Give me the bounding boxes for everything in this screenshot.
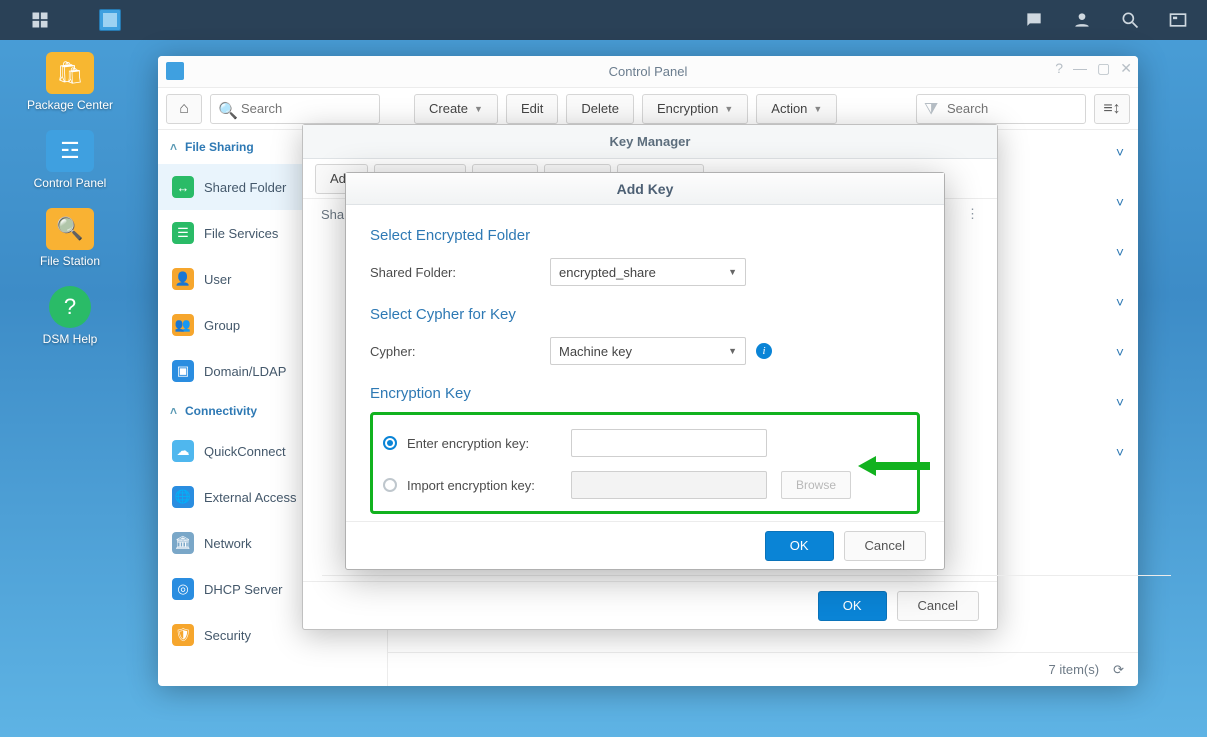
chevron-down-icon[interactable]: ˅ — [1116, 144, 1124, 160]
settings-button[interactable]: ≡↕ — [1094, 94, 1130, 124]
section-encryption-key: Encryption Key — [370, 385, 920, 402]
shared-folder-label: Shared Folder: — [370, 265, 550, 280]
delete-button[interactable]: Delete — [566, 94, 634, 124]
search-icon[interactable] — [1107, 0, 1153, 40]
titlebar: Control Panel ? — ▢ ✕ — [158, 56, 1138, 88]
statusbar: 7 item(s) ⟳ — [388, 652, 1138, 686]
taskbar — [0, 0, 1207, 40]
ldap-icon: ▣ — [172, 360, 194, 382]
create-button[interactable]: Create▼ — [414, 94, 498, 124]
main-menu-button[interactable] — [6, 0, 74, 40]
expand-chevrons: ˅ ˅ ˅ ˅ ˅ ˅ ˅ — [1116, 144, 1124, 460]
shield-icon: 🛡 — [172, 624, 194, 646]
dialog-title: Key Manager — [303, 125, 997, 159]
cypher-label: Cypher: — [370, 344, 550, 359]
file-services-icon: ☰ — [172, 222, 194, 244]
highlight-box: Enter encryption key: Import encryption … — [370, 412, 920, 514]
radio-enter-key[interactable] — [383, 436, 397, 450]
desktop-package-center[interactable]: 🛍 Package Center — [15, 52, 125, 112]
enter-key-label: Enter encryption key: — [407, 436, 561, 451]
radio-import-key[interactable] — [383, 478, 397, 492]
label: File Station — [40, 254, 100, 268]
chevron-down-icon: ▼ — [724, 104, 733, 114]
filter-wrap: ⧩ — [916, 94, 1086, 124]
dialog-title: Add Key — [346, 173, 944, 205]
window-title: Control Panel — [609, 64, 688, 79]
filter-input[interactable] — [916, 94, 1086, 124]
window-app-icon — [166, 62, 184, 80]
funnel-icon: ⧩ — [924, 101, 938, 119]
label: DSM Help — [43, 332, 98, 346]
item-count: 7 item(s) — [1049, 662, 1100, 677]
desktop-icons: 🛍 Package Center ☲ Control Panel 🔍 File Sta… — [0, 52, 140, 346]
km-ok-button[interactable]: OK — [818, 591, 887, 621]
chevron-down-icon[interactable]: ˅ — [1116, 344, 1124, 360]
chevron-down-icon: ▼ — [728, 267, 737, 277]
home-button[interactable]: ⌂ — [166, 94, 202, 124]
chevron-down-icon[interactable]: ˅ — [1116, 394, 1124, 410]
folder-share-icon: ↔ — [172, 176, 194, 198]
chevron-down-icon[interactable]: ˅ — [1116, 294, 1124, 310]
section-select-cypher: Select Cypher for Key — [370, 306, 920, 323]
chevron-down-icon[interactable]: ˅ — [1116, 244, 1124, 260]
edit-button[interactable]: Edit — [506, 94, 558, 124]
user-icon: 👤 — [172, 268, 194, 290]
chevron-down-icon: ▼ — [813, 104, 822, 114]
chevron-down-icon[interactable]: ˅ — [1116, 194, 1124, 210]
add-key-dialog: Add Key Select Encrypted Folder Shared F… — [345, 172, 945, 570]
chevron-up-icon: ˄ — [170, 140, 177, 154]
import-key-label: Import encryption key: — [407, 478, 561, 493]
close-button[interactable]: ✕ — [1120, 60, 1132, 77]
shared-folder-select[interactable]: encrypted_share▼ — [550, 258, 746, 286]
chevron-down-icon[interactable]: ˅ — [1116, 444, 1124, 460]
search-icon: 🔍 — [218, 101, 238, 121]
import-key-input — [571, 471, 767, 499]
controls-icon: ☲ — [46, 130, 94, 172]
chat-icon[interactable] — [1011, 0, 1057, 40]
reload-button[interactable]: ⟳ — [1113, 662, 1124, 678]
chevron-up-icon: ˄ — [170, 404, 177, 418]
chevron-down-icon: ▼ — [728, 346, 737, 356]
action-button[interactable]: Action▼ — [756, 94, 837, 124]
task-app-control-panel[interactable] — [76, 0, 144, 40]
search-wrap: 🔍 — [210, 94, 380, 124]
enter-key-input[interactable] — [571, 429, 767, 457]
app-icon — [99, 9, 121, 31]
annotation-arrow — [858, 452, 930, 480]
column-menu-icon[interactable]: ⋮ — [966, 206, 979, 222]
chevron-down-icon: ▼ — [474, 104, 483, 114]
maximize-button[interactable]: ▢ — [1097, 60, 1110, 77]
minimize-button[interactable]: — — [1073, 60, 1087, 77]
group-icon: 👥 — [172, 314, 194, 336]
info-icon[interactable]: i — [756, 343, 772, 359]
cloud-icon: ☁ — [172, 440, 194, 462]
ok-button[interactable]: OK — [765, 531, 834, 561]
globe-icon: 🌐 — [172, 486, 194, 508]
divider-line — [322, 575, 1171, 576]
network-icon: 🏛 — [172, 532, 194, 554]
help-button[interactable]: ? — [1055, 60, 1063, 77]
folder-icon: 🔍 — [46, 208, 94, 250]
cypher-select[interactable]: Machine key▼ — [550, 337, 746, 365]
desktop-dsm-help[interactable]: ? DSM Help — [15, 286, 125, 346]
browse-button: Browse — [781, 471, 851, 499]
help-icon: ? — [49, 286, 91, 328]
label: Control Panel — [34, 176, 107, 190]
km-cancel-button[interactable]: Cancel — [897, 591, 979, 621]
package-icon: 🛍 — [46, 52, 94, 94]
user-icon[interactable] — [1059, 0, 1105, 40]
widgets-icon[interactable] — [1155, 0, 1201, 40]
label: Package Center — [27, 98, 113, 112]
dhcp-icon: ◎ — [172, 578, 194, 600]
desktop-control-panel[interactable]: ☲ Control Panel — [15, 130, 125, 190]
encryption-button[interactable]: Encryption▼ — [642, 94, 748, 124]
cancel-button[interactable]: Cancel — [844, 531, 926, 561]
desktop-file-station[interactable]: 🔍 File Station — [15, 208, 125, 268]
section-select-encrypted-folder: Select Encrypted Folder — [370, 227, 920, 244]
